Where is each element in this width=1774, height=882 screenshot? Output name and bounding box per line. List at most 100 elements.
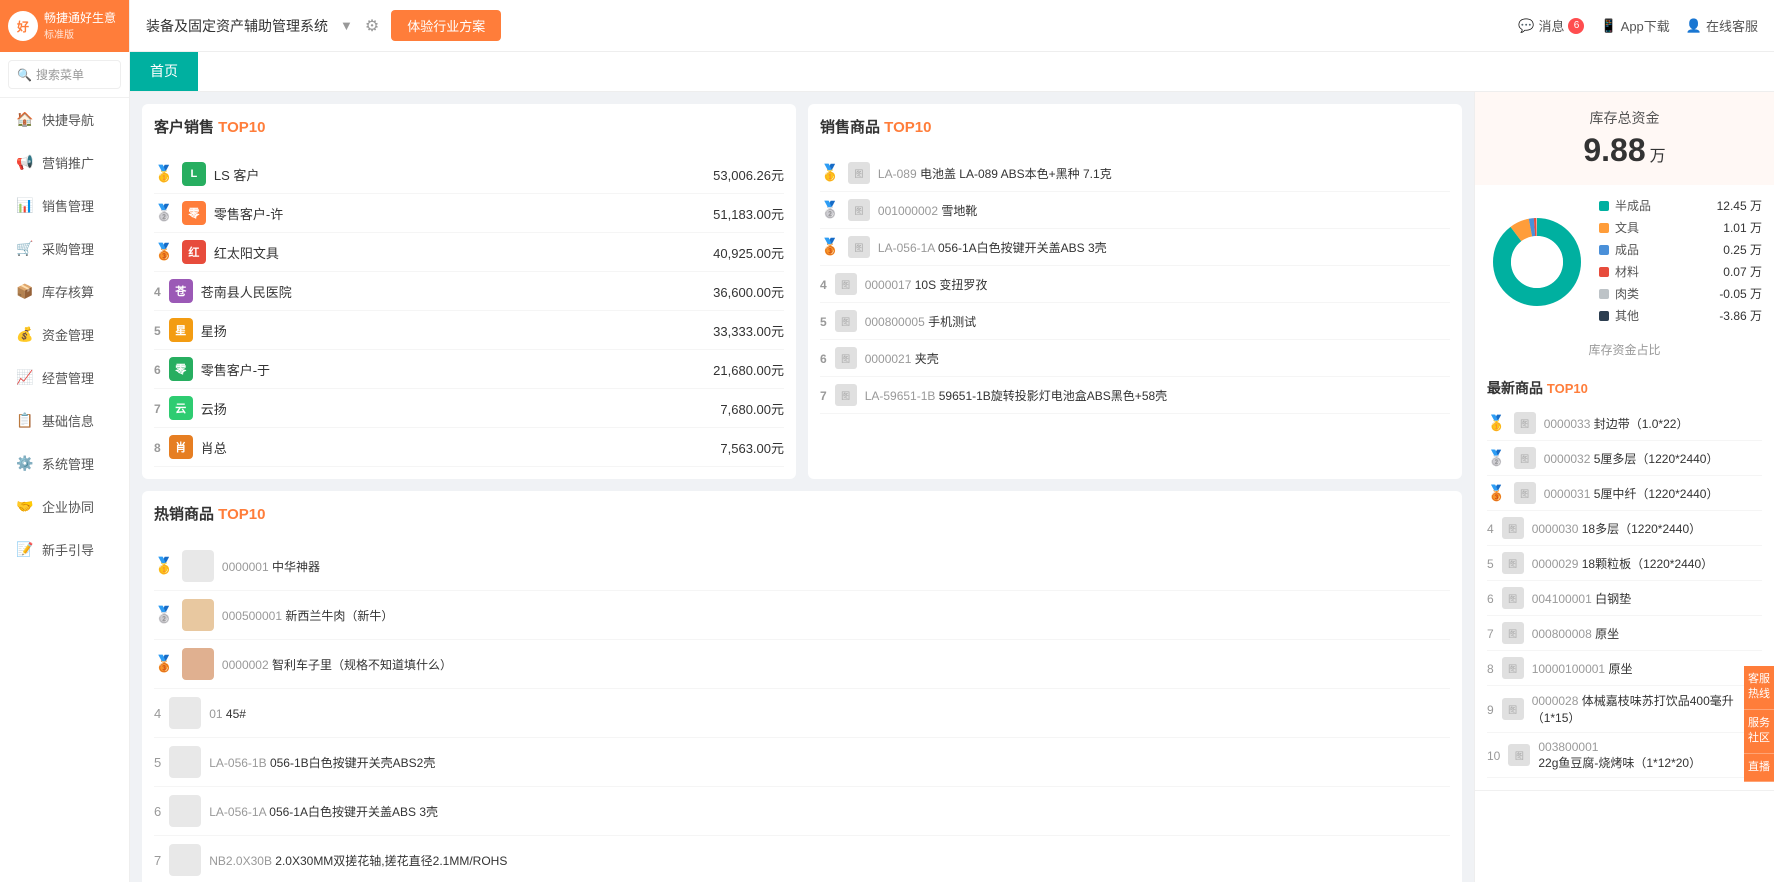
legend-item: 肉类 -0.05 万 [1599, 285, 1762, 302]
customer-ranking-title: 客户销售 TOP10 [154, 116, 265, 137]
new-product-item: 7 图 000800008 原坐 [1487, 616, 1762, 651]
hot-product-img [182, 599, 214, 631]
rank-avatar: 零 [169, 357, 193, 381]
hot-product-img [169, 844, 201, 876]
sidebar-item-sales[interactable]: 📊 销售管理 [0, 184, 129, 227]
rank-value: 51,183.00元 [713, 204, 784, 223]
legend-dot [1599, 223, 1609, 233]
customer-rank-item: 5 星 星扬 33,333.00元 [154, 311, 784, 350]
hot-rank-medal: 7 [154, 853, 161, 868]
hot-product-code: 0000002 [222, 658, 272, 672]
new-product-name: 原坐 [1608, 662, 1632, 676]
legend-value: 1.01 万 [1723, 219, 1762, 236]
sidebar-item-system[interactable]: ⚙️ 系统管理 [0, 442, 129, 485]
logo-badge: 标准版 [44, 26, 116, 41]
legend-name: 其他 [1615, 307, 1639, 324]
sold-rank-item: 🥇 图 LA-089 电池盖 LA-089 ABS本色+黑种 7.1克 [820, 155, 1450, 192]
new-product-item: 6 图 004100001 白钢垫 [1487, 581, 1762, 616]
new-product-rank: 5 [1487, 556, 1494, 571]
legend-name: 半成品 [1615, 197, 1651, 214]
topbar: 装备及固定资产辅助管理系统 ▼ ⚙ 体验行业方案 💬 消息 6 📱 App下载 … [130, 0, 1774, 52]
customer-rank-item: 8 肖 肖总 7,563.00元 [154, 428, 784, 467]
hot-products-title: 热销商品 TOP10 [154, 503, 265, 524]
hot-product-item: 6 LA-056-1A 056-1A白色按键开关盖ABS 3壳 [154, 787, 1450, 836]
sidebar-item-marketing[interactable]: 📢 营销推广 [0, 141, 129, 184]
enterprise-icon: 🤝 [16, 498, 34, 516]
dropdown-arrow-icon[interactable]: ▼ [340, 18, 353, 33]
hot-product-img [169, 795, 201, 827]
hot-product-img [169, 697, 201, 729]
rank-medal: 🥈 [154, 203, 174, 223]
new-product-item: 5 图 0000029 18颗粒板（1220*2440） [1487, 546, 1762, 581]
sidebar-item-operation[interactable]: 📈 经营管理 [0, 356, 129, 399]
hot-products-list: 🥇 0000001 中华神器 🥈 000500001 新西兰牛肉（新牛） 🥉 0… [154, 542, 1450, 882]
tab-home[interactable]: 首页 [130, 52, 198, 91]
message-badge: 6 [1568, 18, 1584, 34]
new-products-list: 🥇 图 0000033 封边带（1.0*22） 🥈 图 0000032 5厘多层… [1487, 406, 1762, 778]
float-customer-service[interactable]: 客服热线 [1744, 666, 1774, 710]
new-product-rank: 7 [1487, 626, 1494, 641]
sold-product-name: 夹壳 [915, 352, 939, 366]
hot-product-name: 056-1B白色按键开关壳ABS2壳 [270, 756, 435, 770]
sidebar-item-quicknav[interactable]: 🏠 快捷导航 [0, 98, 129, 141]
marketing-icon: 📢 [16, 154, 34, 172]
sold-product-name: 10S 变扭罗孜 [915, 278, 988, 292]
legend-name: 文具 [1615, 219, 1639, 236]
settings-icon[interactable]: ⚙ [365, 16, 379, 36]
new-product-rank: 9 [1487, 702, 1494, 717]
hot-rank-medal: 🥇 [154, 556, 174, 576]
new-product-name: 原坐 [1595, 627, 1619, 641]
system-title: 装备及固定资产辅助管理系统 [146, 16, 328, 36]
hot-product-code: 01 [209, 707, 226, 721]
sidebar-item-enterprise[interactable]: 🤝 企业协同 [0, 485, 129, 528]
sold-product-name: 手机测试 [928, 315, 976, 329]
new-product-rank: 🥇 [1487, 414, 1506, 432]
float-live[interactable]: 直播 [1744, 754, 1774, 782]
rank-name: LS 客户 [214, 165, 705, 184]
sidebar-item-marketing-label: 营销推广 [42, 153, 94, 172]
legend-value: -0.05 万 [1719, 285, 1762, 302]
new-product-code: 0000033 [1544, 417, 1594, 431]
float-community[interactable]: 服务社区 [1744, 710, 1774, 754]
sold-rank-item: 7 图 LA-59651-1B 59651-1B旋转投影灯电池盒ABS黑色+58… [820, 377, 1450, 414]
sidebar-item-basic[interactable]: 📋 基础信息 [0, 399, 129, 442]
inventory-unit: 万 [1650, 142, 1666, 166]
sidebar-item-guide-label: 新手引导 [42, 540, 94, 559]
app-download-button[interactable]: 📱 App下载 [1600, 16, 1669, 35]
sold-product-code: 0000017 [865, 278, 915, 292]
logo-icon: 好 [8, 11, 38, 41]
home-icon: 🏠 [16, 111, 34, 129]
legend-name: 材料 [1615, 263, 1639, 280]
customer-rank-item: 4 苍 苍南县人民医院 36,600.00元 [154, 272, 784, 311]
sold-product-img: 图 [848, 199, 870, 221]
new-product-code: 0000029 [1532, 557, 1582, 571]
rank-medal: 🥉 [154, 242, 174, 262]
sidebar-item-enterprise-label: 企业协同 [42, 497, 94, 516]
donut-chart [1487, 212, 1587, 315]
legend-value: 0.25 万 [1723, 241, 1762, 258]
content-area: 客户销售 TOP10 🥇 L LS 客户 53,006.26元 🥈 零 零售客户… [130, 92, 1774, 882]
sidebar-item-guide[interactable]: 📝 新手引导 [0, 528, 129, 571]
trial-button[interactable]: 体验行业方案 [391, 10, 501, 41]
new-product-rank: 🥉 [1487, 484, 1506, 502]
new-product-img: 图 [1514, 447, 1536, 469]
sold-product-code: 000800005 [865, 315, 928, 329]
rank-value: 36,600.00元 [713, 282, 784, 301]
sold-product-name: 59651-1B旋转投影灯电池盒ABS黑色+58壳 [939, 389, 1167, 403]
hot-rank-medal: 4 [154, 706, 161, 721]
sold-product-name: 雪地靴 [941, 204, 977, 218]
sold-product-img: 图 [835, 310, 857, 332]
online-service-button[interactable]: 👤 在线客服 [1686, 16, 1758, 35]
product-sold-list: 🥇 图 LA-089 电池盖 LA-089 ABS本色+黑种 7.1克 🥈 图 … [820, 155, 1450, 414]
sidebar-item-purchase[interactable]: 🛒 采购管理 [0, 227, 129, 270]
message-button[interactable]: 💬 消息 6 [1518, 16, 1584, 35]
new-product-code: 0000028 [1532, 694, 1582, 708]
new-product-code: 0000032 [1544, 452, 1594, 466]
sidebar-item-finance[interactable]: 💰 资金管理 [0, 313, 129, 356]
rank-name: 肖总 [201, 438, 713, 457]
sidebar-logo: 好 畅捷通好生意 标准版 [0, 0, 129, 52]
sidebar-item-inventory-label: 库存核算 [42, 282, 94, 301]
sidebar-item-inventory[interactable]: 📦 库存核算 [0, 270, 129, 313]
search-menu-button[interactable]: 🔍 搜索菜单 [8, 60, 121, 89]
new-product-img: 图 [1502, 517, 1524, 539]
